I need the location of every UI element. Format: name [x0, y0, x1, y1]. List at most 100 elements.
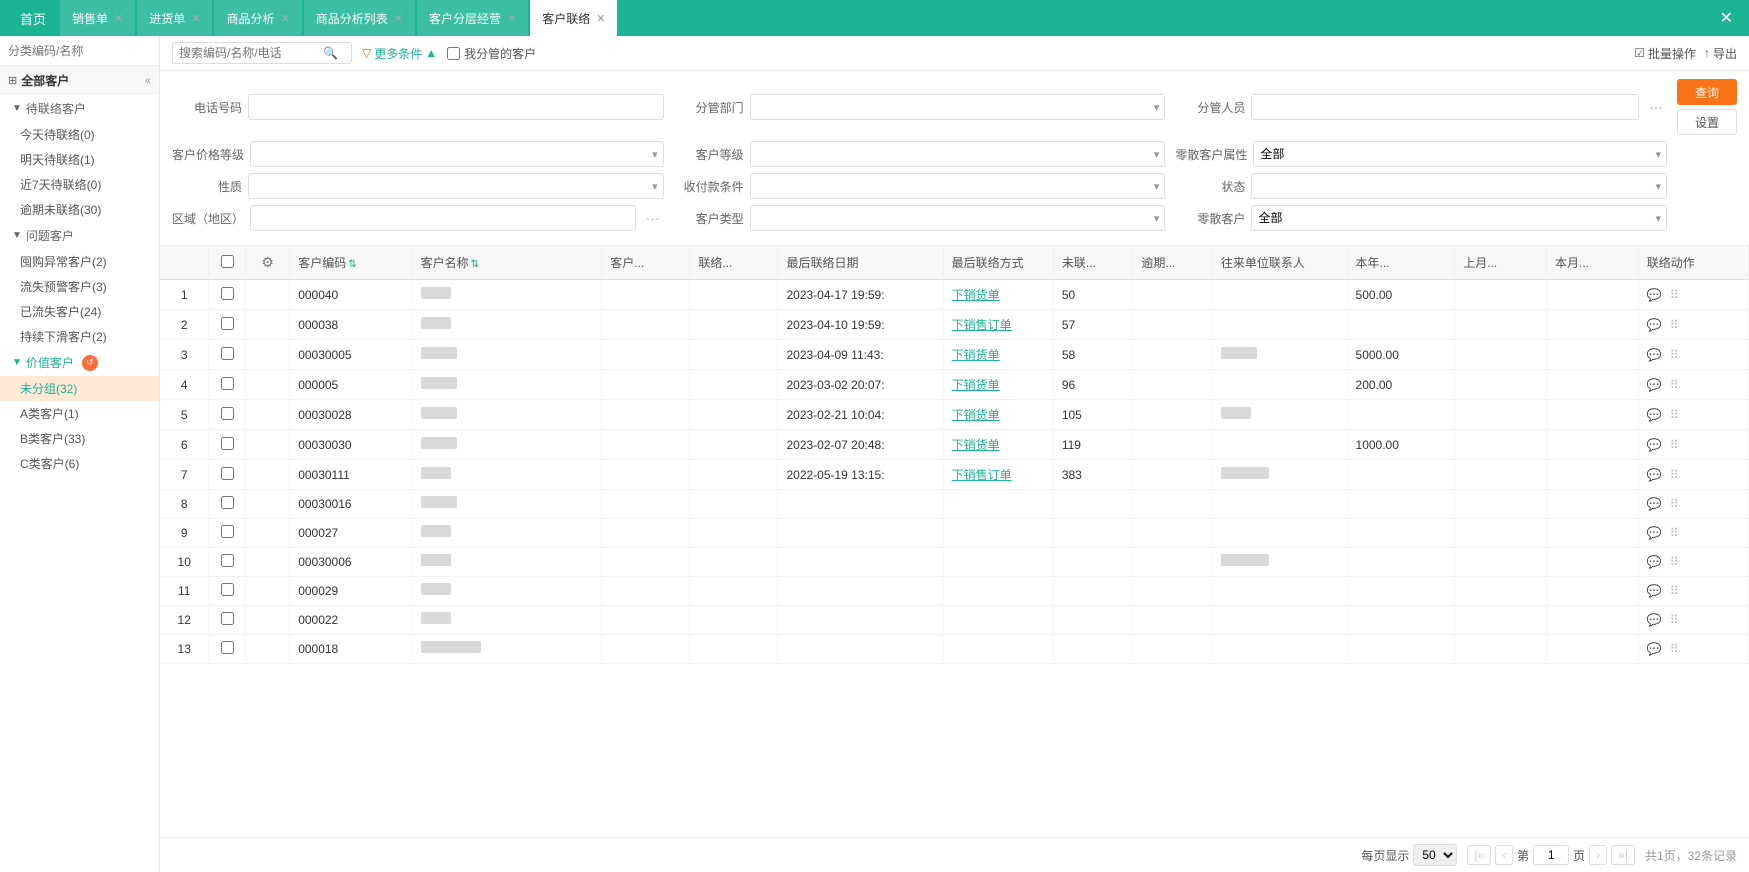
filter-search-icon[interactable]: 🔍 — [323, 46, 338, 60]
sort-code-icon[interactable]: ⇅ — [348, 259, 356, 270]
my-customers-checkbox[interactable] — [447, 47, 460, 60]
close-product-analysis-list-icon[interactable]: ✕ — [394, 12, 403, 25]
filter-manager-dots[interactable]: ··· — [1645, 99, 1667, 115]
menu-icon-12[interactable]: ⠿ — [1670, 642, 1679, 656]
menu-icon-9[interactable]: ⠿ — [1670, 555, 1679, 569]
close-product-analysis-icon[interactable]: ✕ — [281, 12, 290, 25]
chat-icon-1[interactable]: 💬 — [1647, 318, 1662, 332]
menu-icon-6[interactable]: ⠿ — [1670, 468, 1679, 482]
pending-contact-group[interactable]: ▼ 待联络客户 — [0, 95, 159, 122]
menu-icon-1[interactable]: ⠿ — [1670, 318, 1679, 332]
all-customers-header[interactable]: ⊞ 全部客户 « — [0, 66, 159, 95]
close-customer-segment-icon[interactable]: ✕ — [507, 12, 516, 25]
sidebar-item-abnormal-stockpile[interactable]: 囤购异常客户(2) — [0, 249, 159, 274]
menu-icon-3[interactable]: ⠿ — [1670, 378, 1679, 392]
chat-icon-12[interactable]: 💬 — [1647, 642, 1662, 656]
tab-purchase-order[interactable]: 进货单 ✕ — [137, 0, 212, 36]
tab-product-analysis[interactable]: 商品分析 ✕ — [214, 0, 301, 36]
tab-customer-contact[interactable]: 客户联络 ✕ — [530, 0, 617, 36]
tab-sales-order[interactable]: 销售单 ✕ — [60, 0, 135, 36]
chat-icon-5[interactable]: 💬 — [1647, 438, 1662, 452]
row-checkbox-6[interactable] — [221, 467, 234, 480]
last-way-link-5[interactable]: 下销货单 — [952, 438, 1000, 452]
query-button[interactable]: 查询 — [1677, 79, 1737, 105]
filter-customer-level-select[interactable] — [750, 141, 1166, 167]
column-settings-button[interactable]: ⚙ — [257, 252, 278, 273]
filter-region-dots[interactable]: ··· — [642, 210, 664, 226]
next-page-btn[interactable]: › — [1589, 845, 1607, 865]
last-way-link-3[interactable]: 下销货单 — [952, 378, 1000, 392]
filter-phone-input[interactable] — [248, 94, 664, 120]
menu-icon-8[interactable]: ⠿ — [1670, 526, 1679, 540]
menu-icon-0[interactable]: ⠿ — [1670, 288, 1679, 302]
sidebar-item-7day-pending[interactable]: 近7天待联络(0) — [0, 172, 159, 197]
chat-icon-7[interactable]: 💬 — [1647, 497, 1662, 511]
row-checkbox-8[interactable] — [221, 525, 234, 538]
menu-icon-10[interactable]: ⠿ — [1670, 584, 1679, 598]
sidebar-item-ungrouped[interactable]: 未分组(32) — [0, 376, 159, 401]
sidebar-item-churn-warning[interactable]: 流失预警客户(3) — [0, 274, 159, 299]
chat-icon-10[interactable]: 💬 — [1647, 584, 1662, 598]
sidebar-item-class-c[interactable]: C类客户(6) — [0, 451, 159, 476]
row-checkbox-10[interactable] — [221, 583, 234, 596]
row-checkbox-12[interactable] — [221, 641, 234, 654]
last-way-link-2[interactable]: 下销货单 — [952, 348, 1000, 362]
sidebar-item-tomorrow-pending[interactable]: 明天待联络(1) — [0, 147, 159, 172]
close-customer-contact-icon[interactable]: ✕ — [596, 12, 605, 25]
chat-icon-4[interactable]: 💬 — [1647, 408, 1662, 422]
filter-status-select[interactable] — [1251, 173, 1667, 199]
row-checkbox-11[interactable] — [221, 612, 234, 625]
sidebar-item-class-b[interactable]: B类客户(33) — [0, 426, 159, 451]
filter-payment-select[interactable] — [750, 173, 1166, 199]
row-checkbox-3[interactable] — [221, 377, 234, 390]
close-purchase-order-icon[interactable]: ✕ — [191, 12, 200, 25]
menu-icon-4[interactable]: ⠿ — [1670, 408, 1679, 422]
last-way-link-1[interactable]: 下销售订单 — [952, 318, 1012, 332]
batch-operation-btn[interactable]: ☑ 批量操作 — [1634, 45, 1696, 62]
sidebar-item-class-a[interactable]: A类客户(1) — [0, 401, 159, 426]
filter-search-input[interactable] — [179, 46, 319, 60]
filter-region-input[interactable] — [250, 205, 636, 231]
filter-nature-select[interactable] — [248, 173, 664, 199]
menu-icon-2[interactable]: ⠿ — [1670, 348, 1679, 362]
per-page-select[interactable]: 50 — [1413, 844, 1457, 866]
reset-button[interactable]: 设置 — [1677, 109, 1737, 135]
filter-retail-select[interactable]: 全部 — [1251, 205, 1667, 231]
sort-name-icon[interactable]: ⇅ — [471, 259, 479, 270]
home-tab[interactable]: 首页 — [8, 0, 58, 36]
filter-customer-type-select[interactable] — [750, 205, 1166, 231]
menu-icon-11[interactable]: ⠿ — [1670, 613, 1679, 627]
row-checkbox-2[interactable] — [221, 347, 234, 360]
filter-dept-select[interactable] — [750, 94, 1166, 120]
more-conditions-btn[interactable]: ▽ 更多条件 ▲ — [362, 45, 437, 62]
chat-icon-8[interactable]: 💬 — [1647, 526, 1662, 540]
sidebar-collapse-icon[interactable]: « — [145, 75, 151, 87]
sidebar-item-overdue-pending[interactable]: 逾期未联络(30) — [0, 197, 159, 222]
row-checkbox-5[interactable] — [221, 437, 234, 450]
chat-icon-11[interactable]: 💬 — [1647, 613, 1662, 627]
value-customers-group[interactable]: ▼ 价值客户 ↺ — [0, 349, 159, 376]
tab-product-analysis-list[interactable]: 商品分析列表 ✕ — [304, 0, 415, 36]
page-input[interactable] — [1533, 845, 1569, 865]
menu-icon-7[interactable]: ⠿ — [1670, 497, 1679, 511]
chat-icon-9[interactable]: 💬 — [1647, 555, 1662, 569]
last-way-link-6[interactable]: 下销售订单 — [952, 468, 1012, 482]
row-checkbox-7[interactable] — [221, 496, 234, 509]
filter-manager-input[interactable] — [1251, 94, 1639, 120]
filter-retail-attr-select[interactable]: 全部 — [1253, 141, 1667, 167]
row-checkbox-9[interactable] — [221, 554, 234, 567]
tab-customer-segment[interactable]: 客户分层经营 ✕ — [417, 0, 528, 36]
close-sales-order-icon[interactable]: ✕ — [114, 12, 123, 25]
chat-icon-3[interactable]: 💬 — [1647, 378, 1662, 392]
row-checkbox-1[interactable] — [221, 317, 234, 330]
row-checkbox-4[interactable] — [221, 407, 234, 420]
window-close-button[interactable]: ✕ — [1712, 8, 1741, 28]
last-page-btn[interactable]: »| — [1611, 845, 1635, 865]
sidebar-item-declining[interactable]: 持续下滑客户(2) — [0, 324, 159, 349]
chat-icon-2[interactable]: 💬 — [1647, 348, 1662, 362]
chat-icon-0[interactable]: 💬 — [1647, 288, 1662, 302]
problem-customers-group[interactable]: ▼ 问题客户 — [0, 222, 159, 249]
select-all-checkbox[interactable] — [221, 255, 234, 268]
filter-price-level-select[interactable] — [250, 141, 664, 167]
sidebar-item-churned[interactable]: 已流失客户(24) — [0, 299, 159, 324]
